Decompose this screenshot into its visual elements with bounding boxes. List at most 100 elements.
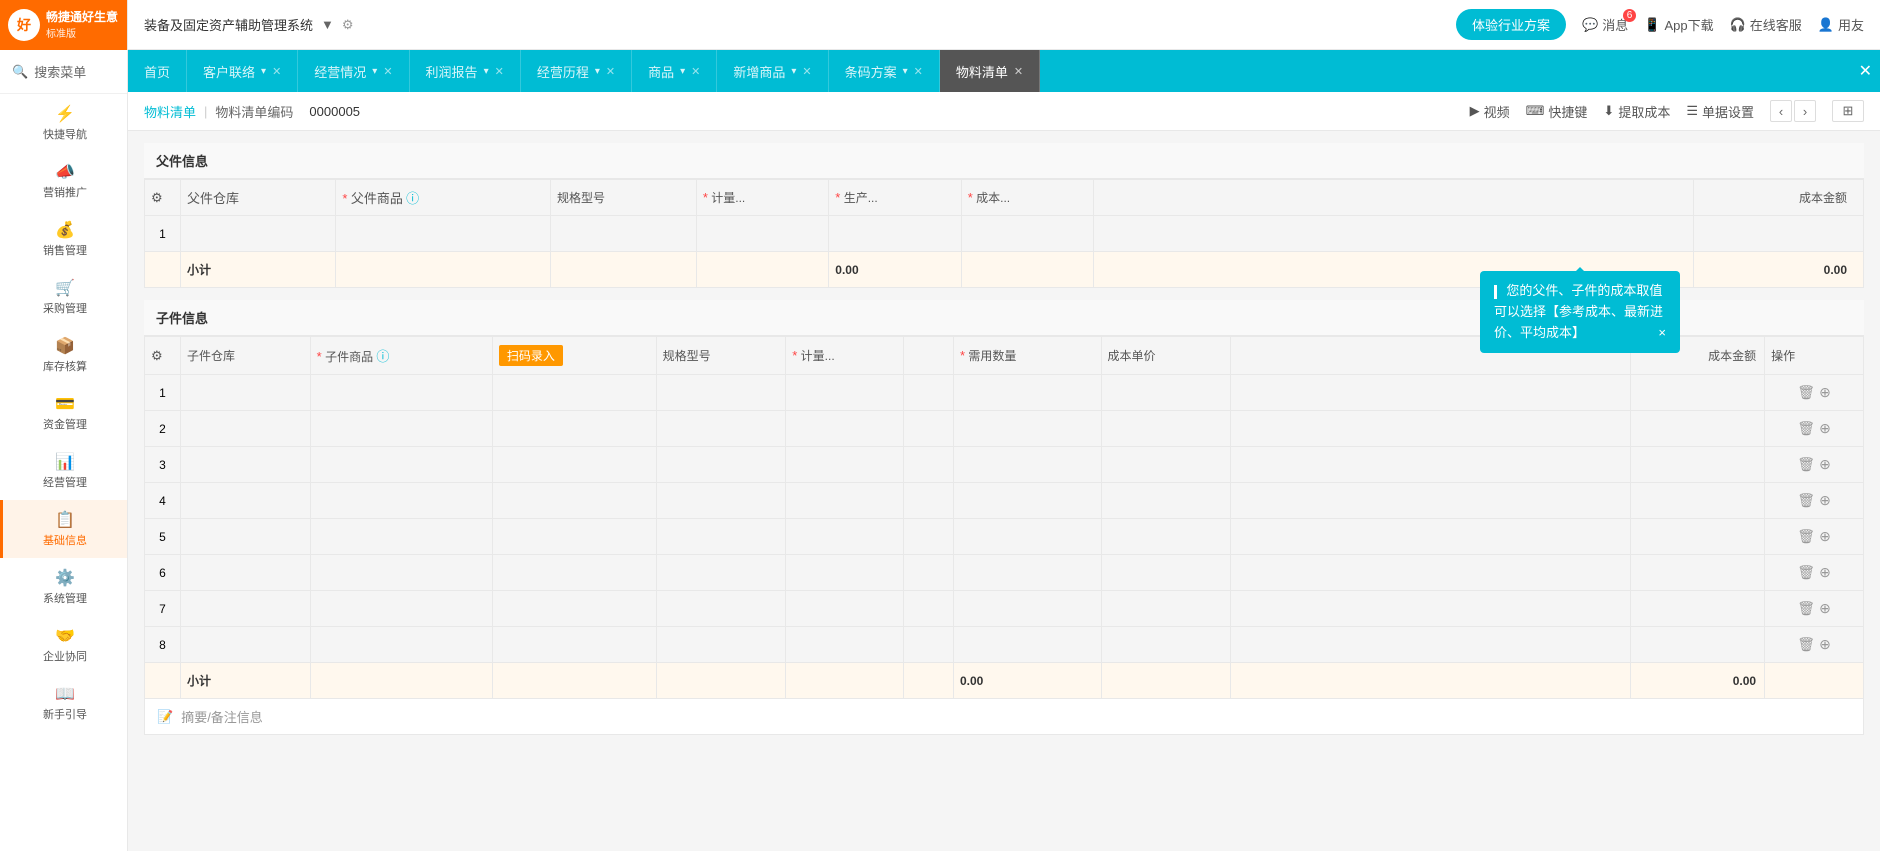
copy-icon-4[interactable]: ⊕ [1819,492,1831,509]
child-info-icon[interactable]: ⓘ [376,349,389,364]
child-prod-2[interactable] [310,411,492,447]
breadcrumb-link[interactable]: 物料清单 [144,102,196,121]
scan-button[interactable]: 扫码录入 [499,345,563,366]
sidebar-item-enterprise[interactable]: 🤝 企业协同 [0,616,127,674]
child-wh-7[interactable] [181,591,311,627]
parent-production-cell[interactable] [829,216,961,252]
system-dropdown-icon[interactable]: ▼ [321,17,334,32]
child-spec-5[interactable] [656,519,786,555]
child-spec-2[interactable] [656,411,786,447]
child-ucost-5[interactable] [1101,519,1231,555]
child-ucost-6[interactable] [1101,555,1231,591]
child-ucost-2[interactable] [1101,411,1231,447]
prev-record-button[interactable]: ‹ [1770,100,1792,122]
child-qty-7[interactable] [954,591,1102,627]
tab-operation[interactable]: 经营情况 ▾ ✕ [298,50,409,92]
sidebar-item-system[interactable]: ⚙️ 系统管理 [0,558,127,616]
child-ucost-3[interactable] [1101,447,1231,483]
child-th-settings[interactable]: ⚙ [145,337,181,375]
delete-icon-8[interactable]: 🗑 [1797,636,1815,653]
child-wh-5[interactable] [181,519,311,555]
delete-icon-1[interactable]: 🗑 [1797,384,1815,401]
child-unit-5[interactable] [786,519,904,555]
main-close-icon[interactable]: ✕ [1859,61,1872,81]
tab-product-close[interactable]: ✕ [691,65,700,78]
child-prod-3[interactable] [310,447,492,483]
tab-customer-close[interactable]: ✕ [272,65,281,78]
message-action[interactable]: 💬 消息 6 [1582,15,1628,34]
search-menu-button[interactable]: 🔍 搜索菜单 [8,58,119,85]
child-ucost-8[interactable] [1101,627,1231,663]
child-wh-6[interactable] [181,555,311,591]
experience-button[interactable]: 体验行业方案 [1456,9,1566,40]
tab-new-product-close[interactable]: ✕ [802,65,811,78]
child-qty-5[interactable] [954,519,1102,555]
tab-new-product[interactable]: 新增商品 ▾ ✕ [717,50,828,92]
child-qty-2[interactable] [954,411,1102,447]
delete-icon-2[interactable]: 🗑 [1797,420,1815,437]
sidebar-item-sales[interactable]: 💰 销售管理 [0,210,127,268]
parent-spec-cell[interactable] [551,216,697,252]
online-service-action[interactable]: 🎧 在线客服 [1730,15,1802,34]
child-qty-1[interactable] [954,375,1102,411]
child-unit-4[interactable] [786,483,904,519]
user-action[interactable]: 👤 用友 [1818,15,1864,34]
parent-cost-cell[interactable] [961,216,1093,252]
child-wh-2[interactable] [181,411,311,447]
child-prod-4[interactable] [310,483,492,519]
parent-warehouse-cell[interactable] [181,216,336,252]
video-action[interactable]: ▶ 视频 [1470,102,1510,121]
child-ucost-4[interactable] [1101,483,1231,519]
tab-customer[interactable]: 客户联络 ▾ ✕ [187,50,298,92]
tooltip-close-button[interactable]: × [1658,323,1666,344]
child-prod-6[interactable] [310,555,492,591]
sidebar-item-basic[interactable]: 📋 基础信息 [0,500,127,558]
sidebar-item-inventory[interactable]: 📦 库存核算 [0,326,127,384]
child-unit-3[interactable] [786,447,904,483]
tab-close-btn[interactable]: ✕ [1859,61,1880,81]
tab-product[interactable]: 商品 ▾ ✕ [632,50,717,92]
child-ucost-1[interactable] [1101,375,1231,411]
sidebar-item-operations[interactable]: 📊 经营管理 [0,442,127,500]
sidebar-item-marketing[interactable]: 📣 营销推广 [0,152,127,210]
copy-icon-3[interactable]: ⊕ [1819,456,1831,473]
child-wh-4[interactable] [181,483,311,519]
child-spec-3[interactable] [656,447,786,483]
child-spec-4[interactable] [656,483,786,519]
delete-icon-7[interactable]: 🗑 [1797,600,1815,617]
tab-barcode-close[interactable]: ✕ [914,65,923,78]
copy-icon-5[interactable]: ⊕ [1819,528,1831,545]
child-spec-7[interactable] [656,591,786,627]
app-download-action[interactable]: 📱 App下载 [1644,15,1713,34]
parent-product-cell[interactable] [336,216,551,252]
tab-profit[interactable]: 利润报告 ▾ ✕ [410,50,521,92]
copy-icon-6[interactable]: ⊕ [1819,564,1831,581]
copy-icon-1[interactable]: ⊕ [1819,384,1831,401]
tab-home[interactable]: 首页 [128,50,187,92]
child-qty-6[interactable] [954,555,1102,591]
tab-history-close[interactable]: ✕ [606,65,615,78]
child-qty-4[interactable] [954,483,1102,519]
extract-cost-action[interactable]: ⬇ 提取成本 [1603,102,1670,121]
child-prod-8[interactable] [310,627,492,663]
copy-icon-8[interactable]: ⊕ [1819,636,1831,653]
tab-bom[interactable]: 物料清单 ✕ [940,50,1040,92]
sidebar-search-area[interactable]: 🔍 搜索菜单 [0,50,127,94]
tab-operation-close[interactable]: ✕ [383,65,392,78]
th-settings[interactable]: ⚙ [145,180,181,216]
child-unit-2[interactable] [786,411,904,447]
child-unit-6[interactable] [786,555,904,591]
delete-icon-3[interactable]: 🗑 [1797,456,1815,473]
child-unit-7[interactable] [786,591,904,627]
shortcut-action[interactable]: ⌨ 快捷键 [1526,102,1588,121]
child-unit-1[interactable] [786,375,904,411]
tab-barcode[interactable]: 条码方案 ▾ ✕ [829,50,940,92]
gear-icon[interactable]: ⚙ [342,17,354,33]
child-prod-7[interactable] [310,591,492,627]
child-wh-3[interactable] [181,447,311,483]
child-wh-8[interactable] [181,627,311,663]
copy-icon-2[interactable]: ⊕ [1819,420,1831,437]
grid-view-button[interactable]: ⊞ [1832,100,1864,122]
tab-bom-close[interactable]: ✕ [1014,65,1023,78]
tab-profit-close[interactable]: ✕ [495,65,504,78]
